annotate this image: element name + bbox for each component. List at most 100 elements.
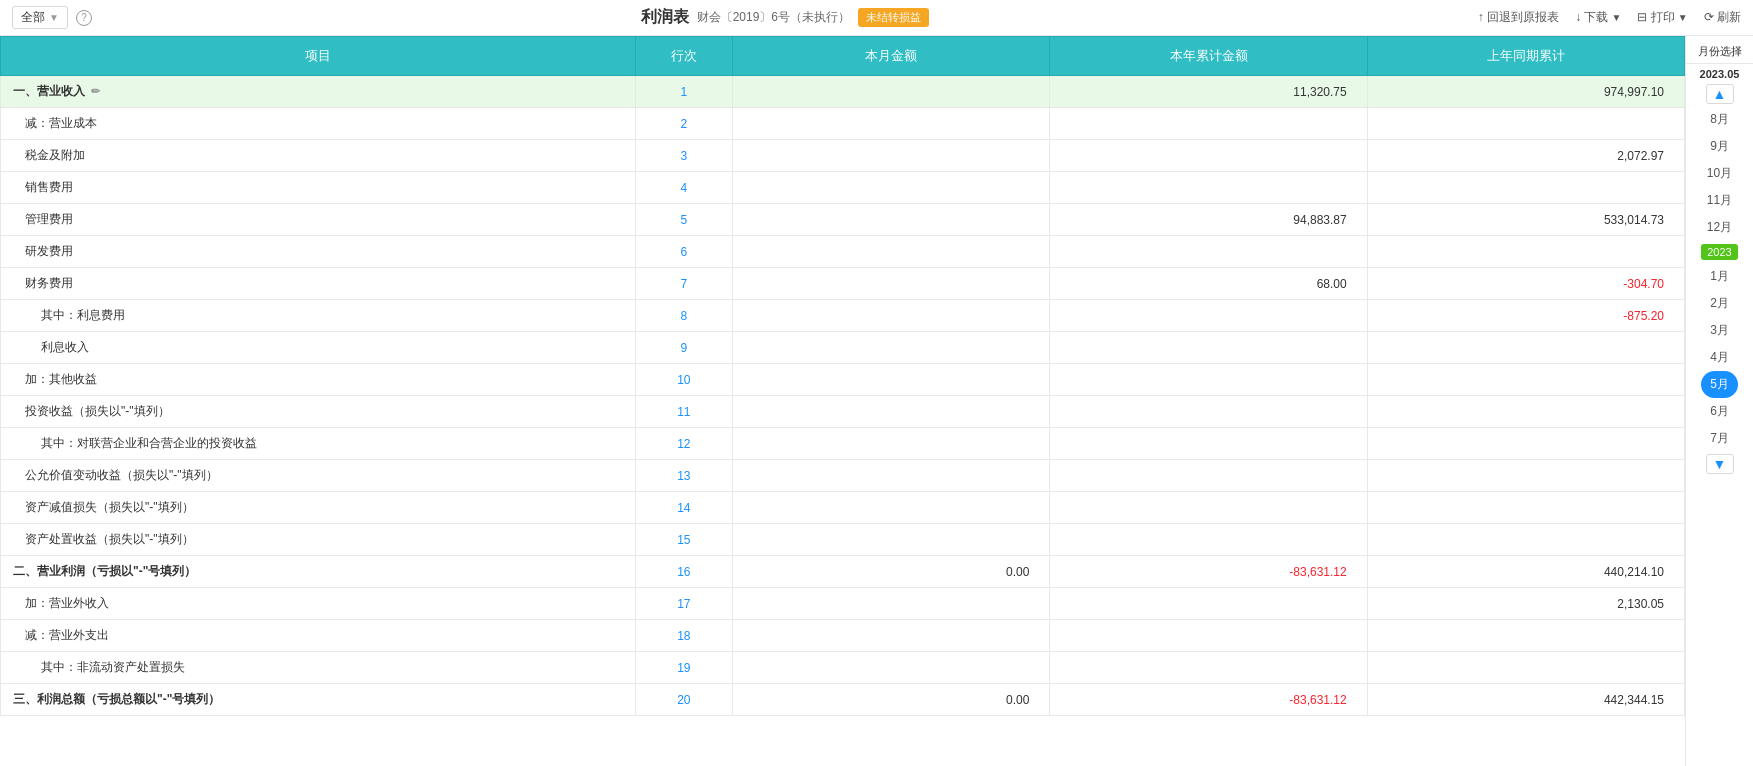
- cell-item: 其中：对联营企业和合营企业的投资收益: [1, 428, 636, 460]
- cell-item: 加：其他收益: [1, 364, 636, 396]
- cell-month-amount: [733, 236, 1050, 268]
- cell-item: 销售费用: [1, 172, 636, 204]
- cell-lastyear-amount: 533,014.73: [1367, 204, 1684, 236]
- month-nav-up-button[interactable]: ▲: [1706, 84, 1734, 104]
- cell-lastyear-amount: [1367, 620, 1684, 652]
- top-bar-center: 利润表 财会〔2019〕6号（未执行） 未结转损益: [641, 7, 929, 28]
- cell-row-number: 13: [635, 460, 733, 492]
- month-item[interactable]: 6月: [1701, 398, 1737, 425]
- cell-month-amount: [733, 492, 1050, 524]
- top-bar: 全部 ▼ ? 利润表 财会〔2019〕6号（未执行） 未结转损益 ↑ 回退到原报…: [0, 0, 1753, 36]
- cell-ytd-amount: [1050, 140, 1367, 172]
- month-item[interactable]: 8月: [1701, 106, 1737, 133]
- cell-month-amount: [733, 364, 1050, 396]
- header-month: 本月金额: [733, 37, 1050, 76]
- edit-icon[interactable]: ✏: [91, 85, 100, 98]
- month-item[interactable]: 5月: [1701, 371, 1737, 398]
- cell-lastyear-amount: 2,130.05: [1367, 588, 1684, 620]
- cell-ytd-amount: [1050, 332, 1367, 364]
- cell-item: 加：营业外收入: [1, 588, 636, 620]
- table-row: 其中：对联营企业和合营企业的投资收益12: [1, 428, 1685, 460]
- table-area: 项目 行次 本月金额 本年累计金额 上年同期累计 一、营业收入✏111,320.…: [0, 36, 1685, 766]
- cell-ytd-amount: -83,631.12: [1050, 556, 1367, 588]
- top-bar-left: 全部 ▼ ?: [12, 6, 92, 29]
- month-item[interactable]: 9月: [1701, 133, 1737, 160]
- cell-ytd-amount: [1050, 364, 1367, 396]
- cell-row-number: 17: [635, 588, 733, 620]
- refresh-button[interactable]: ⟳ 刷新: [1704, 9, 1741, 26]
- cell-row-number: 1: [635, 76, 733, 108]
- cell-item: 税金及附加: [1, 140, 636, 172]
- month-item[interactable]: 1月: [1701, 263, 1737, 290]
- status-badge[interactable]: 未结转损益: [858, 8, 929, 27]
- month-item[interactable]: 10月: [1701, 160, 1737, 187]
- table-row: 减：营业成本2: [1, 108, 1685, 140]
- cell-ytd-amount: [1050, 588, 1367, 620]
- cell-ytd-amount: -83,631.12: [1050, 684, 1367, 716]
- month-item[interactable]: 12月: [1701, 214, 1737, 241]
- cell-ytd-amount: [1050, 652, 1367, 684]
- scope-selector[interactable]: 全部 ▼: [12, 6, 68, 29]
- table-row: 公允价值变动收益（损失以"-"填列）13: [1, 460, 1685, 492]
- scope-label: 全部: [21, 9, 45, 26]
- cell-item: 减：营业成本: [1, 108, 636, 140]
- month-nav-down-button[interactable]: ▼: [1706, 454, 1734, 474]
- cell-item: 其中：利息费用: [1, 300, 636, 332]
- cell-item: 投资收益（损失以"-"填列）: [1, 396, 636, 428]
- cell-lastyear-amount: [1367, 172, 1684, 204]
- month-item[interactable]: 11月: [1701, 187, 1737, 214]
- month-item[interactable]: 2月: [1701, 290, 1737, 317]
- help-icon[interactable]: ?: [76, 10, 92, 26]
- cell-item: 二、营业利润（亏损以"-"号填列）: [1, 556, 636, 588]
- cell-item: 其中：非流动资产处置损失: [1, 652, 636, 684]
- report-meta: 财会〔2019〕6号（未执行）: [697, 9, 850, 26]
- cell-lastyear-amount: 974,997.10: [1367, 76, 1684, 108]
- download-button[interactable]: ↓ 下载 ▼: [1575, 9, 1621, 26]
- cell-item: 减：营业外支出: [1, 620, 636, 652]
- print-arrow-icon: ▼: [1678, 12, 1688, 23]
- month-item[interactable]: 3月: [1701, 317, 1737, 344]
- cell-month-amount: [733, 332, 1050, 364]
- report-title: 利润表: [641, 7, 689, 28]
- table-row: 管理费用594,883.87533,014.73: [1, 204, 1685, 236]
- table-row: 加：其他收益10: [1, 364, 1685, 396]
- cell-row-number: 12: [635, 428, 733, 460]
- cell-lastyear-amount: -875.20: [1367, 300, 1684, 332]
- print-button[interactable]: ⊟ 打印 ▼: [1637, 9, 1687, 26]
- cell-lastyear-amount: [1367, 108, 1684, 140]
- header-row: 行次: [635, 37, 733, 76]
- cell-row-number: 19: [635, 652, 733, 684]
- back-button[interactable]: ↑ 回退到原报表: [1478, 9, 1559, 26]
- month-item[interactable]: 7月: [1701, 425, 1737, 452]
- month-item[interactable]: 4月: [1701, 344, 1737, 371]
- cell-row-number: 4: [635, 172, 733, 204]
- table-row: 一、营业收入✏111,320.75974,997.10: [1, 76, 1685, 108]
- cell-ytd-amount: [1050, 300, 1367, 332]
- cell-item: 资产处置收益（损失以"-"填列）: [1, 524, 636, 556]
- month-item[interactable]: 2023: [1701, 244, 1737, 260]
- table-row: 其中：利息费用8 -875.20: [1, 300, 1685, 332]
- cell-item: 管理费用: [1, 204, 636, 236]
- table-row: 加：营业外收入17 2,130.05: [1, 588, 1685, 620]
- cell-month-amount: [733, 396, 1050, 428]
- table-row: 二、营业利润（亏损以"-"号填列）160.00-83,631.12440,214…: [1, 556, 1685, 588]
- month-sidebar-title: 月份选择: [1686, 40, 1753, 64]
- cell-row-number: 8: [635, 300, 733, 332]
- month-sidebar: 月份选择 2023.05 ▲ 8月9月10月11月12月20231月2月3月4月…: [1685, 36, 1753, 766]
- cell-row-number: 10: [635, 364, 733, 396]
- cell-ytd-amount: 68.00: [1050, 268, 1367, 300]
- cell-lastyear-amount: [1367, 236, 1684, 268]
- cell-lastyear-amount: 440,214.10: [1367, 556, 1684, 588]
- cell-ytd-amount: 94,883.87: [1050, 204, 1367, 236]
- cell-ytd-amount: [1050, 428, 1367, 460]
- table-row: 资产处置收益（损失以"-"填列）15: [1, 524, 1685, 556]
- cell-ytd-amount: [1050, 396, 1367, 428]
- cell-month-amount: [733, 652, 1050, 684]
- cell-ytd-amount: 11,320.75: [1050, 76, 1367, 108]
- cell-month-amount: [733, 588, 1050, 620]
- cell-item: 三、利润总额（亏损总额以"-"号填列）: [1, 684, 636, 716]
- cell-lastyear-amount: [1367, 428, 1684, 460]
- table-row: 投资收益（损失以"-"填列）11: [1, 396, 1685, 428]
- table-header-row: 项目 行次 本月金额 本年累计金额 上年同期累计: [1, 37, 1685, 76]
- cell-month-amount: [733, 204, 1050, 236]
